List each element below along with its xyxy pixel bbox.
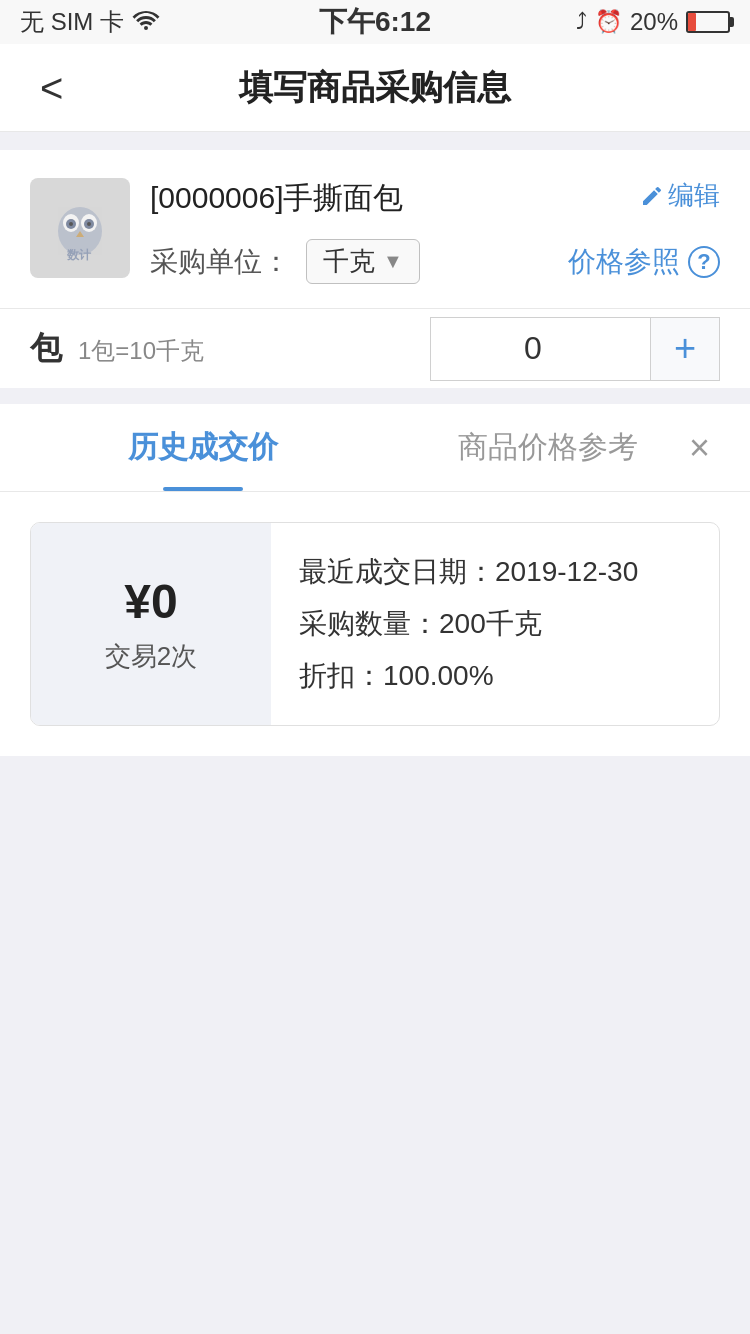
svg-point-6: [87, 222, 91, 226]
quantity-input[interactable]: [430, 317, 650, 381]
tab-history-price[interactable]: 历史成交价: [30, 404, 375, 491]
purchase-qty-label: 采购数量：: [299, 608, 439, 639]
alarm-icon: ⏰: [595, 9, 622, 35]
purchase-qty-value: 200千克: [439, 608, 542, 639]
unit-label: 采购单位：: [150, 243, 290, 281]
product-image: 数计: [30, 178, 130, 278]
status-right: ⤴ ⏰ 20%: [576, 8, 730, 36]
history-recent-date-row: 最近成交日期：2019-12-30: [299, 553, 691, 591]
help-icon: ?: [688, 246, 720, 278]
unit-select[interactable]: 千克 ▼: [306, 239, 420, 284]
qty-conversion: 1包=10千克: [78, 335, 204, 367]
product-name: [0000006]手撕面包: [150, 178, 640, 219]
nav-bar: < 填写商品采购信息: [0, 44, 750, 132]
panel-close-button[interactable]: ×: [679, 417, 720, 479]
battery-icon: [686, 11, 730, 33]
page-title: 填写商品采购信息: [239, 65, 511, 111]
qty-unit-label: 包: [30, 327, 62, 371]
history-quantity-row: 采购数量：200千克: [299, 605, 691, 643]
qty-plus-button[interactable]: +: [650, 317, 720, 381]
status-left: 无 SIM 卡: [20, 6, 160, 38]
history-content: ¥0 交易2次 最近成交日期：2019-12-30 采购数量：200千克 折扣：…: [0, 492, 750, 756]
edit-button[interactable]: 编辑: [640, 178, 720, 213]
qty-input-wrap: +: [430, 317, 720, 381]
back-button[interactable]: <: [30, 58, 73, 118]
discount-value: 100.00%: [383, 660, 494, 691]
tab-history-label: 历史成交价: [128, 427, 278, 468]
recent-date-label: 最近成交日期：: [299, 556, 495, 587]
price-ref-button[interactable]: 价格参照 ?: [568, 243, 720, 281]
status-time: 下午6:12: [319, 3, 431, 41]
bottom-panel: 历史成交价 商品价格参考 × ¥0 交易2次 最近成交日期：2019-12-30…: [0, 404, 750, 756]
chevron-down-icon: ▼: [383, 250, 403, 273]
svg-point-5: [69, 222, 73, 226]
history-trades-count: 交易2次: [105, 639, 197, 674]
discount-label: 折扣：: [299, 660, 383, 691]
wifi-icon: [132, 8, 160, 36]
recent-date-value: 2019-12-30: [495, 556, 638, 587]
history-price-section: ¥0 交易2次: [31, 523, 271, 725]
history-details-section: 最近成交日期：2019-12-30 采购数量：200千克 折扣：100.00%: [271, 523, 719, 725]
history-card: ¥0 交易2次 最近成交日期：2019-12-30 采购数量：200千克 折扣：…: [30, 522, 720, 726]
quantity-row: 包 1包=10千克 +: [0, 308, 750, 388]
tab-price-ref-label: 商品价格参考: [458, 427, 638, 468]
carrier-text: 无 SIM 卡: [20, 6, 124, 38]
tabs-row: 历史成交价 商品价格参考 ×: [0, 404, 750, 492]
svg-text:数计: 数计: [66, 248, 92, 262]
history-discount-row: 折扣：100.00%: [299, 657, 691, 695]
tab-price-ref[interactable]: 商品价格参考: [375, 404, 720, 491]
section-divider: [0, 388, 750, 404]
tab-active-indicator: [163, 487, 243, 491]
product-info: [0000006]手撕面包 编辑 采购单位： 千克 ▼ 价格参照 ?: [150, 178, 720, 284]
status-bar: 无 SIM 卡 下午6:12 ⤴ ⏰ 20%: [0, 0, 750, 44]
battery-percent: 20%: [630, 8, 678, 36]
history-price-value: ¥0: [124, 574, 177, 629]
product-card: 数计 [0000006]手撕面包 编辑 采购单位： 千克 ▼ 价格参照 ?: [0, 150, 750, 308]
location-icon: ⤴: [576, 9, 587, 35]
